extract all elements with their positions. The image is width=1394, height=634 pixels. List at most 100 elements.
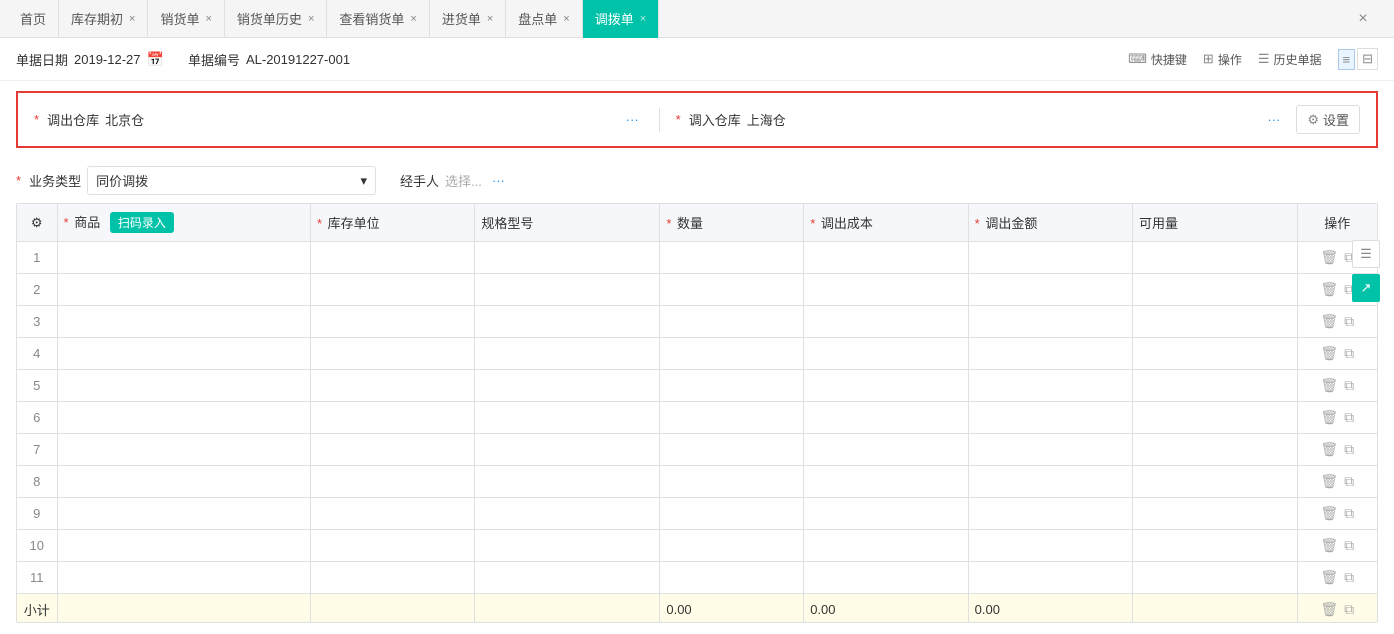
copy-row-icon[interactable]: ⧉: [1344, 345, 1354, 362]
tab-purchase-order[interactable]: 进货单 ×: [430, 0, 506, 38]
cell-col-amount[interactable]: [968, 338, 1132, 370]
copy-row-icon[interactable]: ⧉: [1344, 441, 1354, 458]
tab-transfer[interactable]: 调拨单 ×: [583, 0, 659, 38]
delete-row-icon[interactable]: 🗑: [1320, 313, 1338, 330]
cell-col-unit[interactable]: [310, 242, 474, 274]
cell-col-amount[interactable]: [968, 402, 1132, 434]
cell-col-unit[interactable]: [310, 306, 474, 338]
tab-home[interactable]: 首页: [8, 0, 59, 38]
delete-row-icon[interactable]: 🗑: [1320, 345, 1338, 362]
cell-col-avail[interactable]: [1133, 530, 1297, 562]
out-warehouse-more-btn[interactable]: ···: [622, 112, 643, 127]
subtotal-copy-icon[interactable]: ⧉: [1344, 601, 1354, 618]
cell-col-unit[interactable]: [310, 434, 474, 466]
close-view-sales[interactable]: ×: [410, 13, 416, 25]
cell-col-avail[interactable]: [1133, 434, 1297, 466]
close-transfer[interactable]: ×: [640, 13, 646, 25]
cell-col-product[interactable]: [57, 498, 310, 530]
close-sales-history[interactable]: ×: [308, 13, 314, 25]
copy-row-icon[interactable]: ⧉: [1344, 473, 1354, 490]
cell-col-spec[interactable]: [475, 562, 660, 594]
cell-col-spec[interactable]: [475, 370, 660, 402]
cell-col-product[interactable]: [57, 338, 310, 370]
cell-col-product[interactable]: [57, 274, 310, 306]
delete-row-icon[interactable]: 🗑: [1320, 505, 1338, 522]
cell-col-amount[interactable]: [968, 530, 1132, 562]
cell-col-qty[interactable]: [660, 338, 804, 370]
cell-col-unit[interactable]: [310, 466, 474, 498]
cell-col-unit[interactable]: [310, 530, 474, 562]
cell-col-spec[interactable]: [475, 306, 660, 338]
delete-row-icon[interactable]: 🗑: [1320, 569, 1338, 586]
copy-row-icon[interactable]: ⧉: [1344, 505, 1354, 522]
delete-row-icon[interactable]: 🗑: [1320, 473, 1338, 490]
scan-input-btn[interactable]: 扫码录入: [110, 212, 174, 233]
close-initial-inventory[interactable]: ×: [129, 13, 135, 25]
cell-col-product[interactable]: [57, 306, 310, 338]
cell-col-cost[interactable]: [804, 466, 968, 498]
cell-col-amount[interactable]: [968, 306, 1132, 338]
cell-col-unit[interactable]: [310, 402, 474, 434]
cell-col-qty[interactable]: [660, 434, 804, 466]
cell-col-unit[interactable]: [310, 274, 474, 306]
cell-col-avail[interactable]: [1133, 466, 1297, 498]
cell-col-unit[interactable]: [310, 562, 474, 594]
cell-col-amount[interactable]: [968, 498, 1132, 530]
cell-col-amount[interactable]: [968, 242, 1132, 274]
cell-col-qty[interactable]: [660, 562, 804, 594]
operations-action[interactable]: ⊞ 操作: [1203, 51, 1242, 68]
cell-col-avail[interactable]: [1133, 370, 1297, 402]
tab-view-sales[interactable]: 查看销货单 ×: [327, 0, 429, 38]
delete-row-icon[interactable]: 🗑: [1320, 409, 1338, 426]
cell-col-avail[interactable]: [1133, 338, 1297, 370]
cell-col-spec[interactable]: [475, 274, 660, 306]
cell-col-amount[interactable]: [968, 466, 1132, 498]
copy-row-icon[interactable]: ⧉: [1344, 409, 1354, 426]
delete-row-icon[interactable]: 🗑: [1320, 377, 1338, 394]
cell-col-avail[interactable]: [1133, 402, 1297, 434]
cell-col-product[interactable]: [57, 402, 310, 434]
cell-col-amount[interactable]: [968, 370, 1132, 402]
tab-inventory[interactable]: 盘点单 ×: [506, 0, 582, 38]
tab-initial-inventory[interactable]: 库存期初 ×: [59, 0, 148, 38]
cell-col-product[interactable]: [57, 562, 310, 594]
cell-col-cost[interactable]: [804, 370, 968, 402]
business-type-select[interactable]: 同价调拨 ▾: [87, 166, 376, 195]
cell-col-qty[interactable]: [660, 306, 804, 338]
settings-button[interactable]: ⚙ 设置: [1296, 105, 1360, 134]
cell-col-qty[interactable]: [660, 242, 804, 274]
tab-sales-history[interactable]: 销货单历史 ×: [225, 0, 327, 38]
cell-col-spec[interactable]: [475, 338, 660, 370]
delete-row-icon[interactable]: 🗑: [1320, 441, 1338, 458]
cell-col-qty[interactable]: [660, 402, 804, 434]
float-export-btn[interactable]: ↗: [1352, 274, 1380, 302]
float-list-btn[interactable]: ☰: [1352, 240, 1380, 268]
cell-col-qty[interactable]: [660, 466, 804, 498]
view-grid-btn[interactable]: ⊟: [1357, 48, 1378, 70]
cell-col-avail[interactable]: [1133, 562, 1297, 594]
copy-row-icon[interactable]: ⧉: [1344, 313, 1354, 330]
handler-more-btn[interactable]: ···: [488, 173, 509, 188]
cell-col-avail[interactable]: [1133, 306, 1297, 338]
tab-sales-order[interactable]: 销货单 ×: [148, 0, 224, 38]
cell-col-cost[interactable]: [804, 338, 968, 370]
cell-col-avail[interactable]: [1133, 274, 1297, 306]
cell-col-qty[interactable]: [660, 530, 804, 562]
cell-col-unit[interactable]: [310, 338, 474, 370]
copy-row-icon[interactable]: ⧉: [1344, 377, 1354, 394]
cell-col-cost[interactable]: [804, 402, 968, 434]
cell-col-cost[interactable]: [804, 242, 968, 274]
delete-row-icon[interactable]: 🗑: [1320, 537, 1338, 554]
cell-col-amount[interactable]: [968, 562, 1132, 594]
subtotal-delete-icon[interactable]: 🗑: [1320, 601, 1338, 618]
cell-col-spec[interactable]: [475, 530, 660, 562]
cell-col-product[interactable]: [57, 370, 310, 402]
settings-table-icon[interactable]: ⚙: [31, 215, 43, 230]
shortcut-action[interactable]: ⌨ 快捷键: [1128, 51, 1187, 68]
handler-select[interactable]: 选择...: [445, 171, 482, 190]
cell-col-cost[interactable]: [804, 498, 968, 530]
cell-col-unit[interactable]: [310, 498, 474, 530]
cell-col-cost[interactable]: [804, 306, 968, 338]
cell-col-spec[interactable]: [475, 466, 660, 498]
calendar-icon[interactable]: 📅: [147, 51, 164, 68]
